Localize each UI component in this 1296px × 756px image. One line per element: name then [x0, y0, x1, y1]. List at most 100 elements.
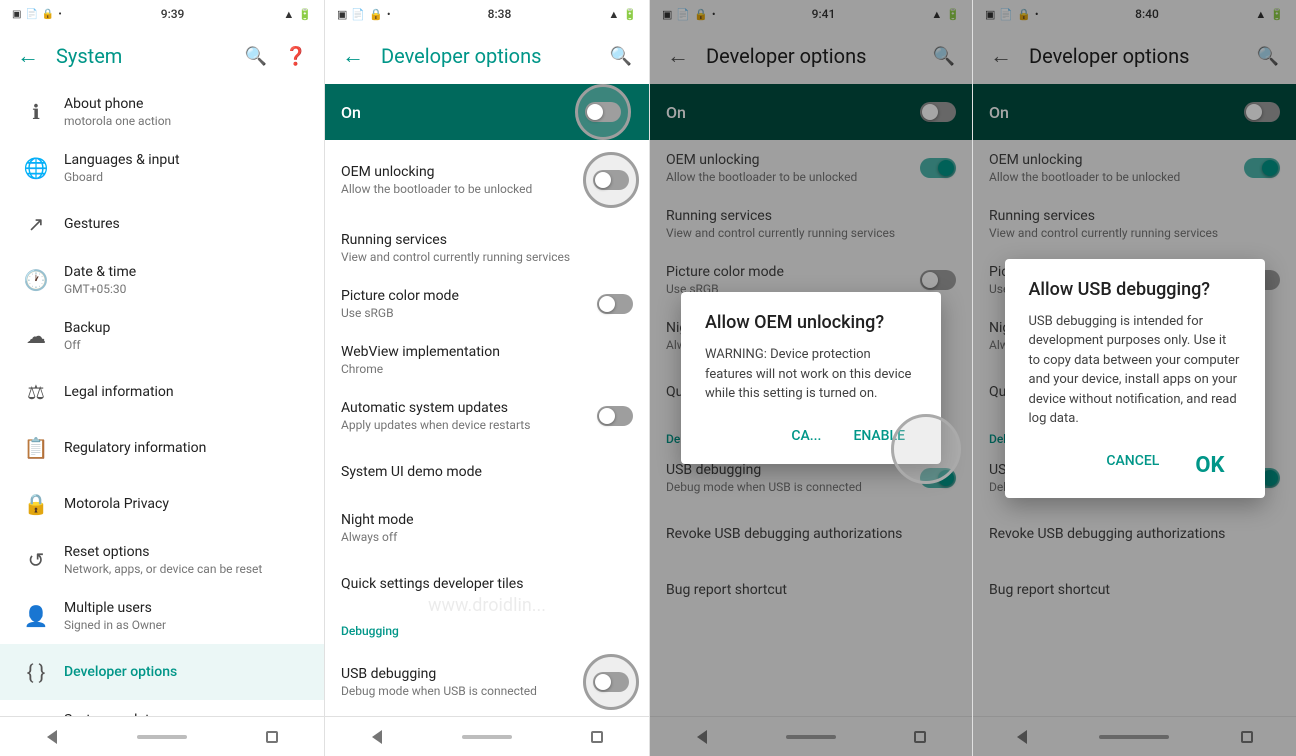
usb-debug-row-mid[interactable]: USB debugging Debug mode when USB is con… — [325, 642, 649, 716]
search-icon-mid[interactable]: 🔍 — [609, 44, 633, 68]
sys-ui-demo-row-mid[interactable]: System UI demo mode — [325, 444, 649, 500]
reset-title: Reset options — [64, 544, 308, 560]
page-title-mid: Developer options — [381, 44, 593, 68]
datetime-title: Date & time — [64, 264, 308, 280]
status-bar-left: ▣ 📄 🔒 • 9:39 ▲ 🔋 — [0, 0, 324, 28]
sidebar-item-users[interactable]: 👤 Multiple users Signed in as Owner — [0, 588, 324, 644]
system-updates-title: System updates — [64, 712, 308, 716]
nav-bar-left — [0, 716, 324, 756]
languages-icon: 🌐 — [16, 156, 56, 180]
usb-debug-sub-mid: Debug mode when USB is connected — [341, 684, 581, 698]
developer-icon: { } — [16, 660, 56, 684]
regulatory-icon: 📋 — [16, 436, 56, 460]
developer-options-panel-mid: ▣ 📄 🔒 • 8:38 ▲ 🔋 ← Developer options 🔍 O… — [325, 0, 650, 756]
oem-sub-mid: Allow the bootloader to be unlocked — [341, 182, 581, 196]
night-mode-sub-mid: Always off — [341, 530, 633, 544]
oem-toggle-highlight — [583, 152, 639, 208]
on-toggle-wrap-mid[interactable] — [573, 82, 633, 142]
on-label-mid: On — [341, 103, 361, 122]
reset-sub: Network, apps, or device can be reset — [64, 562, 308, 576]
privacy-title: Motorola Privacy — [64, 496, 308, 512]
datetime-sub: GMT+05:30 — [64, 282, 308, 296]
back-button-left[interactable]: ← — [16, 44, 40, 68]
oem-cancel-button[interactable]: Ca... — [779, 420, 833, 452]
battery-icon-mid: 🔋 — [623, 8, 637, 21]
picture-title-mid: Picture color mode — [341, 288, 597, 304]
right-icons-mid: ▲ 🔋 — [608, 8, 637, 21]
about-phone-icon: ℹ — [16, 100, 56, 124]
running-sub-mid: View and control currently running servi… — [341, 250, 633, 264]
mid-icon3: 🔒 — [369, 8, 383, 21]
debugging-header-mid: Debugging — [325, 612, 649, 642]
running-services-row-mid[interactable]: Running services View and control curren… — [325, 220, 649, 276]
picture-color-row-mid[interactable]: Picture color mode Use sRGB — [325, 276, 649, 332]
status-icons-left: ▣ 📄 🔒 • — [12, 9, 62, 20]
dev-options-list-mid: OEM unlocking Allow the bootloader to be… — [325, 140, 649, 716]
webview-row-mid[interactable]: WebView implementation Chrome — [325, 332, 649, 388]
usb-dialog-overlay[interactable]: Allow USB debugging? USB debugging is in… — [973, 0, 1296, 756]
usb-cancel-button[interactable]: Cancel — [1094, 445, 1171, 486]
help-icon-left[interactable]: ❓ — [284, 44, 308, 68]
picture-sub-mid: Use sRGB — [341, 306, 597, 320]
usb-debug-title-mid: USB debugging — [341, 666, 581, 682]
nav-recent-left[interactable] — [252, 721, 292, 753]
sidebar-item-privacy[interactable]: 🔒 Motorola Privacy — [0, 476, 324, 532]
backup-icon: ☁ — [16, 324, 56, 348]
usb-ok-button[interactable]: OK — [1179, 445, 1240, 486]
users-title: Multiple users — [64, 600, 308, 616]
sidebar-item-system-updates[interactable]: 📱 System updates Updated to Android 9 — [0, 700, 324, 716]
status-bar-mid: ▣ 📄 🔒 • 8:38 ▲ 🔋 — [325, 0, 649, 28]
lock-icon: 🔒 — [42, 9, 54, 20]
nav-back-left[interactable] — [32, 721, 72, 753]
usb-debug-toggle-mid[interactable] — [593, 672, 629, 692]
developer-options-panel-right1: ▣ 📄 🔒 • 9:41 ▲ 🔋 ← Developer options 🔍 O… — [650, 0, 973, 756]
notif-icon: ▣ — [12, 9, 21, 20]
nav-home-mid[interactable] — [462, 735, 512, 739]
oem-toggle-mid[interactable] — [593, 170, 629, 190]
auto-updates-title-mid: Automatic system updates — [341, 400, 597, 416]
wifi-icon-mid: ▲ — [608, 8, 619, 21]
nav-recent-mid[interactable] — [577, 721, 617, 753]
oem-dialog-actions: Ca... Enable — [705, 420, 917, 452]
oem-dialog-overlay[interactable]: Allow OEM unlocking? WARNING: Device pro… — [650, 0, 972, 756]
doc-icon: 📄 — [25, 9, 37, 20]
sidebar-item-date-time[interactable]: 🕐 Date & time GMT+05:30 — [0, 252, 324, 308]
sidebar-item-regulatory[interactable]: 📋 Regulatory information — [0, 420, 324, 476]
nav-back-mid[interactable] — [357, 721, 397, 753]
back-button-mid[interactable]: ← — [341, 44, 365, 68]
sys-ui-demo-title-mid: System UI demo mode — [341, 464, 633, 480]
oem-title-mid: OEM unlocking — [341, 164, 581, 180]
dev-on-bar-mid[interactable]: On — [325, 84, 649, 140]
languages-sub: Gboard — [64, 170, 308, 184]
mid-icon2: 📄 — [351, 8, 365, 21]
app-bar-left: ← System 🔍 ❓ — [0, 28, 324, 84]
oem-unlocking-row-mid[interactable]: OEM unlocking Allow the bootloader to be… — [325, 140, 649, 220]
sidebar-item-reset[interactable]: ↺ Reset options Network, apps, or device… — [0, 532, 324, 588]
sidebar-item-legal[interactable]: ⚖ Legal information — [0, 364, 324, 420]
sidebar-item-backup[interactable]: ☁ Backup Off — [0, 308, 324, 364]
oem-dialog: Allow OEM unlocking? WARNING: Device pro… — [681, 292, 941, 464]
settings-list: ℹ About phone motorola one action 🌐 Lang… — [0, 84, 324, 716]
auto-updates-toggle-mid[interactable] — [597, 406, 633, 426]
legal-title: Legal information — [64, 384, 308, 400]
auto-updates-row-mid[interactable]: Automatic system updates Apply updates w… — [325, 388, 649, 444]
quick-settings-row-mid[interactable]: Quick settings developer tiles — [325, 556, 649, 612]
search-icon-left[interactable]: 🔍 — [244, 44, 268, 68]
sidebar-item-about-phone[interactable]: ℹ About phone motorola one action — [0, 84, 324, 140]
on-toggle-mid[interactable] — [585, 102, 621, 122]
wifi-icon: ▲ — [283, 8, 294, 21]
sidebar-item-languages[interactable]: 🌐 Languages & input Gboard — [0, 140, 324, 196]
night-mode-row-mid[interactable]: Night mode Always off — [325, 500, 649, 556]
legal-icon: ⚖ — [16, 380, 56, 404]
mid-icon4: • — [387, 8, 391, 21]
gestures-icon: ↗ — [16, 212, 56, 236]
backup-sub: Off — [64, 338, 308, 352]
sidebar-item-developer[interactable]: { } Developer options — [0, 644, 324, 700]
nav-home-left[interactable] — [137, 735, 187, 739]
usb-dialog-actions: Cancel OK — [1029, 445, 1241, 486]
developer-title: Developer options — [64, 664, 308, 680]
picture-toggle-mid[interactable] — [597, 294, 633, 314]
sidebar-item-gestures[interactable]: ↗ Gestures — [0, 196, 324, 252]
system-settings-panel: ▣ 📄 🔒 • 9:39 ▲ 🔋 ← System 🔍 ❓ ℹ About ph… — [0, 0, 325, 756]
time-left: 9:39 — [161, 7, 185, 21]
